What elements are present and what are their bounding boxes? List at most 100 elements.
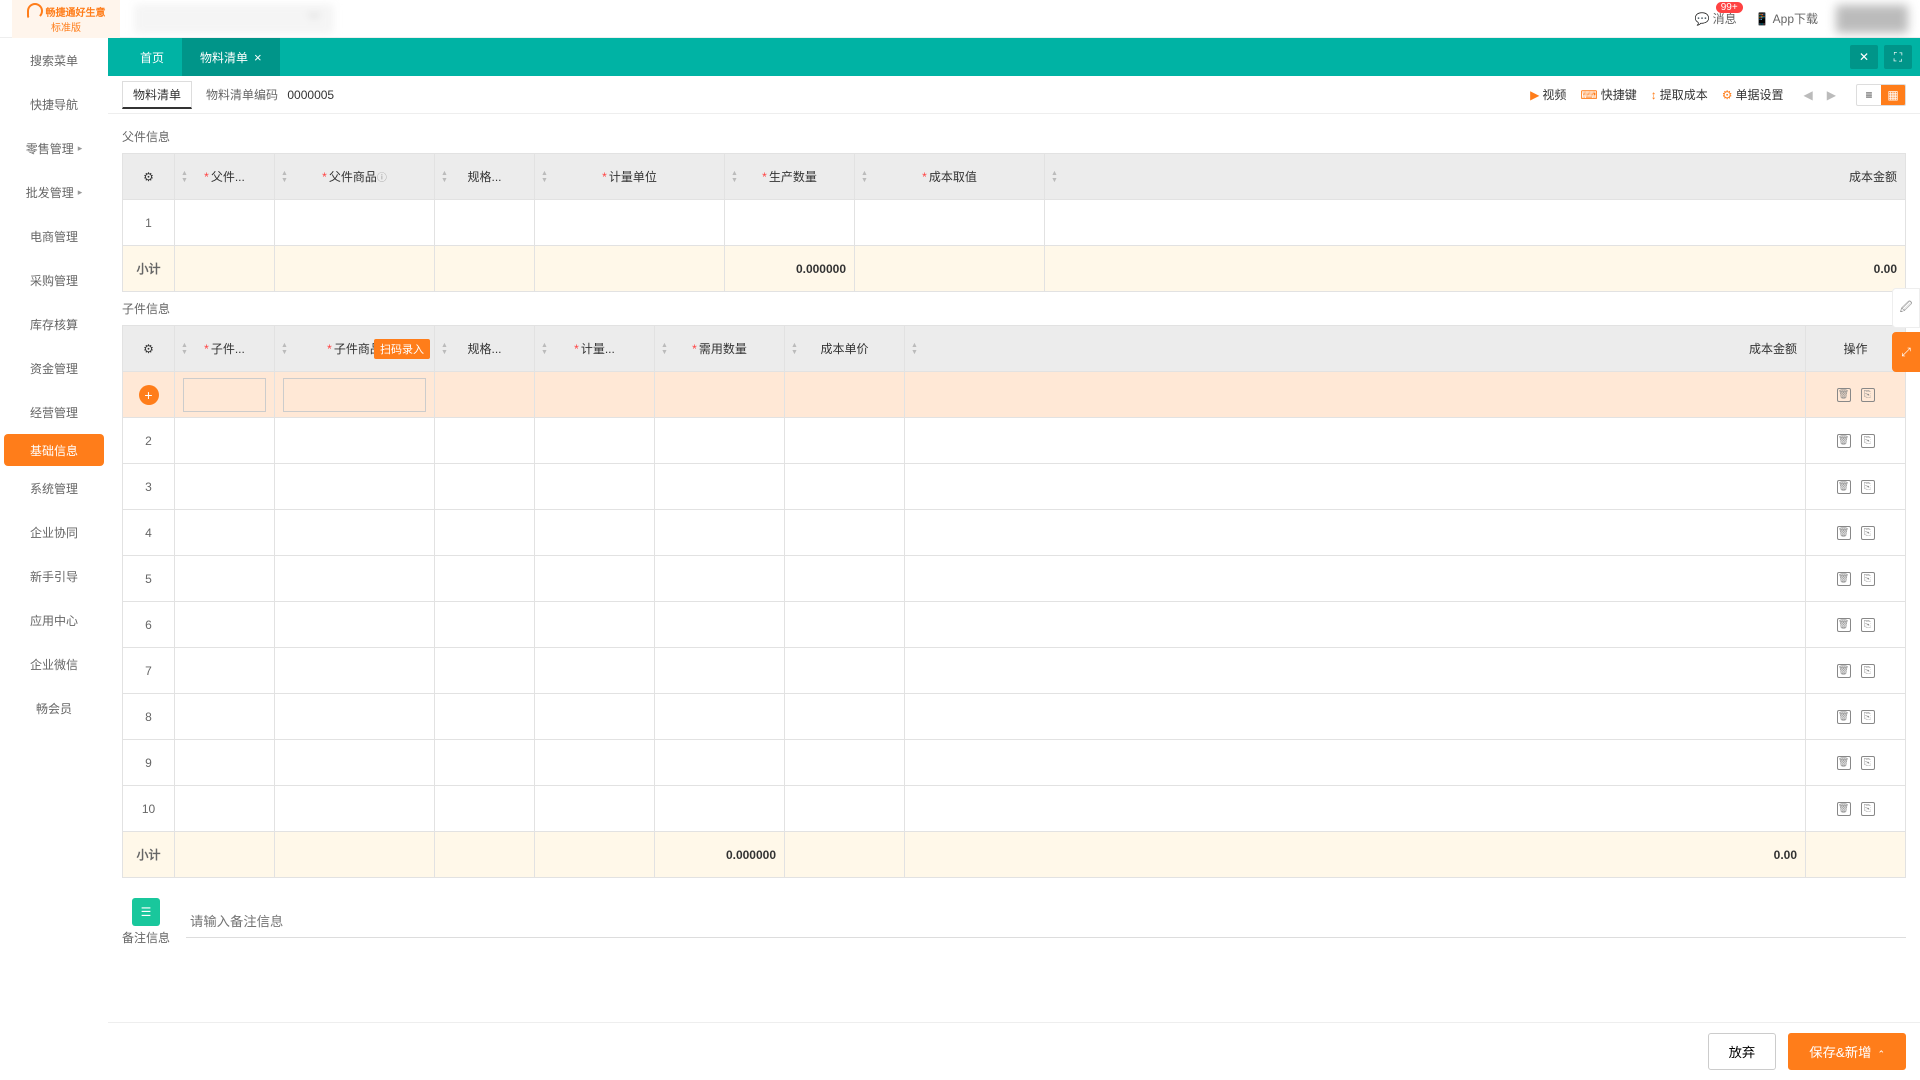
prev-doc[interactable]: ◀: [1798, 86, 1819, 104]
sidebar-item[interactable]: 畅会员: [0, 686, 108, 730]
caret-icon: ▸: [78, 143, 83, 154]
sidebar-item[interactable]: 库存核算: [0, 302, 108, 346]
messages-link[interactable]: 💬 消息 99+: [1695, 10, 1737, 27]
copy-row-icon[interactable]: ⎘: [1861, 434, 1875, 448]
delete-row-icon[interactable]: 🗑: [1837, 480, 1851, 494]
table-row[interactable]: 2🗑⎘: [123, 418, 1906, 464]
hotkey-link[interactable]: ⌨快捷键: [1580, 86, 1636, 103]
table-row[interactable]: 6🗑⎘: [123, 602, 1906, 648]
sort-icon[interactable]: ▲▼: [281, 342, 288, 356]
sort-icon[interactable]: ▲▼: [281, 170, 288, 184]
delete-row-icon[interactable]: 🗑: [1837, 802, 1851, 816]
doc-code-value: 0000005: [287, 88, 334, 102]
extract-cost-link[interactable]: ↕提取成本: [1651, 86, 1708, 103]
sort-icon[interactable]: ▲▼: [541, 170, 548, 184]
sort-icon[interactable]: ▲▼: [911, 342, 918, 356]
app-download-link[interactable]: 📱 App下载: [1755, 10, 1818, 27]
close-icon[interactable]: ×: [254, 50, 262, 65]
delete-row-icon[interactable]: 🗑: [1837, 618, 1851, 632]
next-doc[interactable]: ▶: [1821, 86, 1842, 104]
copy-row-icon[interactable]: ⎘: [1861, 526, 1875, 540]
table-row[interactable]: 7🗑⎘: [123, 648, 1906, 694]
sidebar-item[interactable]: 企业协同: [0, 510, 108, 554]
sidebar-item[interactable]: 零售管理▸: [0, 126, 108, 170]
delete-row-icon[interactable]: 🗑: [1837, 434, 1851, 448]
view-list[interactable]: ≡: [1857, 85, 1881, 105]
view-form[interactable]: ▦: [1881, 85, 1905, 105]
delete-row-icon[interactable]: 🗑: [1837, 572, 1851, 586]
delete-row-icon[interactable]: 🗑: [1837, 756, 1851, 770]
doc-code-label: 物料清单编码 0000005: [206, 86, 334, 103]
copy-row-icon[interactable]: ⎘: [1861, 710, 1875, 724]
sidebar-item[interactable]: 搜索菜单: [0, 38, 108, 82]
save-button[interactable]: 保存&新增⌃: [1788, 1033, 1906, 1070]
tab-expand[interactable]: ⛶: [1884, 45, 1912, 69]
table-row[interactable]: 8🗑⎘: [123, 694, 1906, 740]
sort-icon[interactable]: ▲▼: [181, 170, 188, 184]
table-row[interactable]: 5🗑⎘: [123, 556, 1906, 602]
copy-row-icon[interactable]: ⎘: [1861, 664, 1875, 678]
scan-button[interactable]: 扫码录入: [374, 339, 430, 359]
sort-icon[interactable]: ▲▼: [661, 342, 668, 356]
table-row[interactable]: 10🗑⎘: [123, 786, 1906, 832]
copy-row-icon[interactable]: ⎘: [1861, 618, 1875, 632]
sort-icon[interactable]: ▲▼: [441, 342, 448, 356]
tab-bom[interactable]: 物料清单 ×: [182, 38, 280, 76]
delete-row-icon[interactable]: 🗑: [1837, 710, 1851, 724]
help-icon[interactable]: ⓘ: [377, 173, 387, 184]
table-row[interactable]: + 🗑 ⎘: [123, 372, 1906, 418]
table-row[interactable]: 4🗑⎘: [123, 510, 1906, 556]
sidebar-item[interactable]: 企业微信: [0, 642, 108, 686]
sidebar-item[interactable]: 采购管理: [0, 258, 108, 302]
sidebar-item[interactable]: 系统管理: [0, 466, 108, 510]
sidebar-item[interactable]: 电商管理: [0, 214, 108, 258]
sort-icon[interactable]: ▲▼: [791, 342, 798, 356]
sidebar-item[interactable]: 经营管理: [0, 390, 108, 434]
delete-row-icon[interactable]: 🗑: [1837, 388, 1851, 402]
sort-icon[interactable]: ▲▼: [541, 342, 548, 356]
tab-home[interactable]: 首页: [122, 38, 182, 76]
avatar[interactable]: [1836, 5, 1908, 33]
tabs-bar: 首页 物料清单 × ✕ ⛶: [108, 38, 1920, 76]
product-input[interactable]: [283, 378, 426, 412]
sidebar-item[interactable]: 新手引导: [0, 554, 108, 598]
sort-icon[interactable]: ▲▼: [731, 170, 738, 184]
copy-row-icon[interactable]: ⎘: [1861, 388, 1875, 402]
copy-row-icon[interactable]: ⎘: [1861, 480, 1875, 494]
copy-row-icon[interactable]: ⎘: [1861, 802, 1875, 816]
video-link[interactable]: ▶视频: [1530, 86, 1566, 103]
sidebar-item[interactable]: 应用中心: [0, 598, 108, 642]
org-selector[interactable]: ﹀: [134, 4, 334, 34]
content-area: 首页 物料清单 × ✕ ⛶ 物料清单 物料清单编码 0000005 ▶视频 ⌨快…: [108, 38, 1920, 1080]
doc-setting-link[interactable]: ⚙单据设置: [1722, 86, 1784, 103]
sidebar-item[interactable]: 批发管理▸: [0, 170, 108, 214]
table-row[interactable]: 9🗑⎘: [123, 740, 1906, 786]
keyboard-icon: ⌨: [1580, 88, 1597, 102]
sidebar-item[interactable]: 资金管理: [0, 346, 108, 390]
doc-type-tab[interactable]: 物料清单: [122, 81, 192, 109]
copy-row-icon[interactable]: ⎘: [1861, 756, 1875, 770]
table-row[interactable]: 3🗑⎘: [123, 464, 1906, 510]
sidebar-item[interactable]: 基础信息: [4, 434, 104, 466]
delete-row-icon[interactable]: 🗑: [1837, 526, 1851, 540]
remark-input[interactable]: [186, 906, 1906, 938]
sort-icon[interactable]: ▲▼: [1051, 170, 1058, 184]
sort-icon[interactable]: ▲▼: [861, 170, 868, 184]
sort-icon[interactable]: ▲▼: [441, 170, 448, 184]
subtotal-row: 小计0.0000000.00: [123, 832, 1906, 878]
sidebar-item[interactable]: 快捷导航: [0, 82, 108, 126]
gear-icon[interactable]: ⚙: [143, 170, 154, 184]
expand-button[interactable]: ⤢: [1892, 332, 1920, 372]
sort-icon[interactable]: ▲▼: [181, 342, 188, 356]
add-row-icon[interactable]: +: [139, 385, 159, 405]
child-section-title: 子件信息: [122, 292, 1906, 325]
discard-button[interactable]: 放弃: [1708, 1033, 1777, 1070]
attach-button[interactable]: 🖉: [1892, 288, 1920, 328]
tab-close-all[interactable]: ✕: [1850, 45, 1878, 69]
chevron-down-icon: ﹀: [308, 10, 320, 27]
gear-icon[interactable]: ⚙: [143, 342, 154, 356]
table-row[interactable]: 1: [123, 200, 1906, 246]
code-input[interactable]: [183, 378, 266, 412]
copy-row-icon[interactable]: ⎘: [1861, 572, 1875, 586]
delete-row-icon[interactable]: 🗑: [1837, 664, 1851, 678]
